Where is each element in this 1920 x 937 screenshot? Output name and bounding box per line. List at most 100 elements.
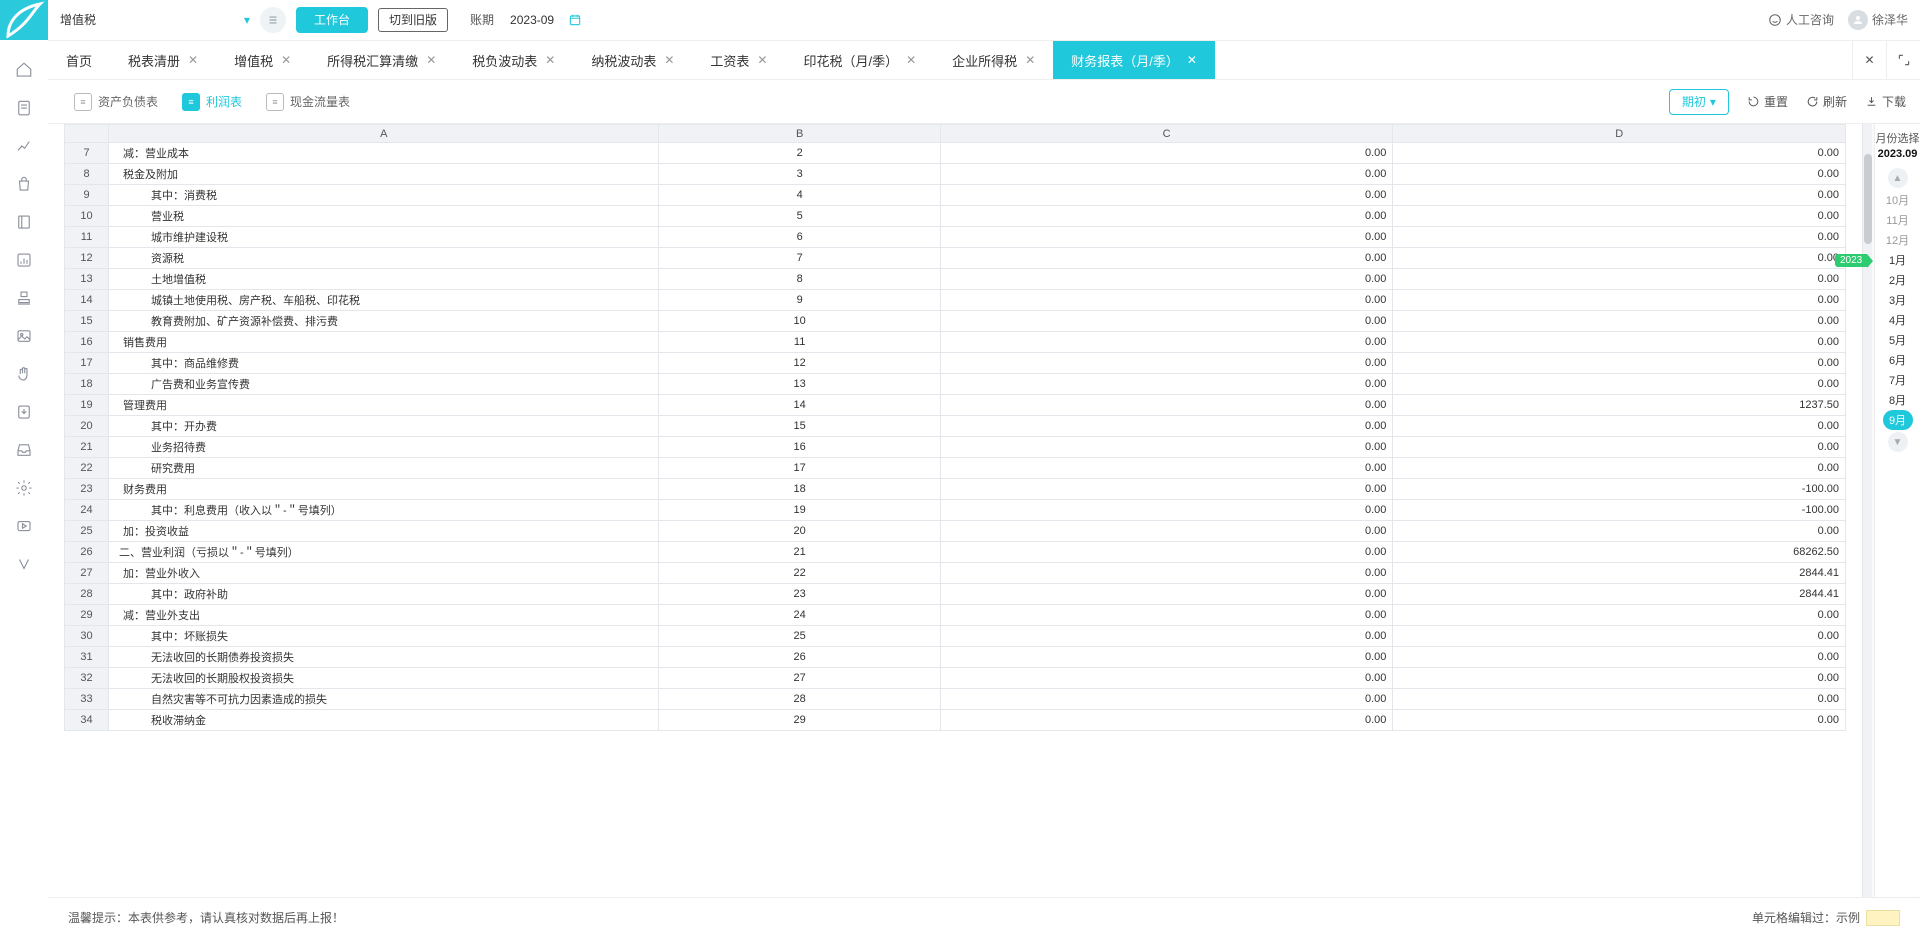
cell-b[interactable]: 25 [659, 626, 940, 647]
cell-b[interactable]: 20 [659, 521, 940, 542]
row-number[interactable]: 29 [65, 605, 109, 626]
cell-c[interactable]: 0.00 [940, 374, 1393, 395]
cell-d[interactable]: 0.00 [1393, 374, 1846, 395]
cell-a[interactable]: 无法收回的长期债券投资损失 [109, 647, 659, 668]
cell-a[interactable]: 管理费用 [109, 395, 659, 416]
cell-d[interactable]: 0.00 [1393, 311, 1846, 332]
subtab-0[interactable]: ≡资产负债表 [62, 80, 170, 124]
cell-b[interactable]: 29 [659, 710, 940, 731]
cell-a[interactable]: 税收滞纳金 [109, 710, 659, 731]
cell-c[interactable]: 0.00 [940, 563, 1393, 584]
nav-report-icon[interactable] [0, 242, 48, 278]
cell-c[interactable]: 0.00 [940, 164, 1393, 185]
cell-c[interactable]: 0.00 [940, 542, 1393, 563]
cell-a[interactable]: 自然灾害等不可抗力因素造成的损失 [109, 689, 659, 710]
cell-b[interactable]: 27 [659, 668, 940, 689]
cell-d[interactable]: 0.00 [1393, 521, 1846, 542]
calendar-icon[interactable] [568, 13, 582, 27]
cell-d[interactable]: 0.00 [1393, 689, 1846, 710]
row-number[interactable]: 26 [65, 542, 109, 563]
cell-a[interactable]: 减：营业成本 [109, 143, 659, 164]
switch-old-button[interactable]: 切到旧版 [378, 8, 448, 32]
cell-a[interactable]: 销售费用 [109, 332, 659, 353]
tab-4[interactable]: 税负波动表✕ [454, 41, 573, 79]
close-icon[interactable]: ✕ [1187, 53, 1197, 67]
cell-d[interactable]: -100.00 [1393, 500, 1846, 521]
row-number[interactable]: 20 [65, 416, 109, 437]
row-number[interactable]: 17 [65, 353, 109, 374]
close-icon[interactable]: ✕ [281, 53, 291, 67]
col-header-d[interactable]: D [1393, 125, 1846, 143]
logo-icon[interactable] [0, 0, 48, 40]
cell-c[interactable]: 0.00 [940, 269, 1393, 290]
nav-hand-icon[interactable] [0, 356, 48, 392]
close-icon[interactable]: ✕ [188, 53, 198, 67]
cell-a[interactable]: 加：营业外收入 [109, 563, 659, 584]
cell-d[interactable]: 0.00 [1393, 647, 1846, 668]
cell-a[interactable]: 其中：消费税 [109, 185, 659, 206]
nav-video-icon[interactable] [0, 508, 48, 544]
cell-b[interactable]: 16 [659, 437, 940, 458]
cell-b[interactable]: 10 [659, 311, 940, 332]
cell-b[interactable]: 19 [659, 500, 940, 521]
cell-c[interactable]: 0.00 [940, 353, 1393, 374]
cell-d[interactable]: -100.00 [1393, 479, 1846, 500]
vertical-scrollbar[interactable] [1862, 124, 1872, 897]
row-number[interactable]: 25 [65, 521, 109, 542]
month-option-9[interactable]: 7月 [1875, 370, 1920, 390]
nav-inbox-icon[interactable] [0, 432, 48, 468]
cell-b[interactable]: 11 [659, 332, 940, 353]
cell-d[interactable]: 68262.50 [1393, 542, 1846, 563]
cell-b[interactable]: 6 [659, 227, 940, 248]
cell-b[interactable]: 9 [659, 290, 940, 311]
cell-a[interactable]: 研究费用 [109, 458, 659, 479]
row-number[interactable]: 28 [65, 584, 109, 605]
cell-b[interactable]: 24 [659, 605, 940, 626]
cell-c[interactable]: 0.00 [940, 206, 1393, 227]
row-number[interactable]: 10 [65, 206, 109, 227]
subtab-2[interactable]: ≡现金流量表 [254, 80, 362, 124]
close-all-tabs-button[interactable]: ✕ [1852, 40, 1886, 80]
cell-a[interactable]: 减：营业外支出 [109, 605, 659, 626]
cell-d[interactable]: 0.00 [1393, 605, 1846, 626]
cell-b[interactable]: 12 [659, 353, 940, 374]
cell-a[interactable]: 其中：商品维修费 [109, 353, 659, 374]
cell-a[interactable]: 教育费附加、矿产资源补偿费、排污费 [109, 311, 659, 332]
cell-b[interactable]: 23 [659, 584, 940, 605]
close-icon[interactable]: ✕ [757, 53, 767, 67]
cell-a[interactable]: 其中：利息费用（收入以＂-＂号填列） [109, 500, 659, 521]
cell-b[interactable]: 15 [659, 416, 940, 437]
cell-b[interactable]: 18 [659, 479, 940, 500]
month-option-6[interactable]: 4月 [1875, 310, 1920, 330]
cell-d[interactable]: 0.00 [1393, 269, 1846, 290]
row-number[interactable]: 18 [65, 374, 109, 395]
close-icon[interactable]: ✕ [1025, 53, 1035, 67]
cell-d[interactable]: 0.00 [1393, 164, 1846, 185]
cell-c[interactable]: 0.00 [940, 458, 1393, 479]
cell-a[interactable]: 二、营业利润（亏损以＂-＂号填列） [109, 542, 659, 563]
cell-b[interactable]: 4 [659, 185, 940, 206]
period-value[interactable]: 2023-09 [510, 13, 554, 27]
tab-8[interactable]: 企业所得税✕ [934, 41, 1053, 79]
month-down-button[interactable]: ▼ [1888, 432, 1908, 452]
nav-stamp-icon[interactable] [0, 280, 48, 316]
cell-a[interactable]: 其中：政府补助 [109, 584, 659, 605]
cell-d[interactable]: 0.00 [1393, 626, 1846, 647]
nav-book-icon[interactable] [0, 204, 48, 240]
cell-c[interactable]: 0.00 [940, 584, 1393, 605]
cell-b[interactable]: 17 [659, 458, 940, 479]
row-number[interactable]: 21 [65, 437, 109, 458]
row-number[interactable]: 34 [65, 710, 109, 731]
cell-a[interactable]: 税金及附加 [109, 164, 659, 185]
cell-b[interactable]: 5 [659, 206, 940, 227]
cell-a[interactable]: 城镇土地使用税、房产税、车船税、印花税 [109, 290, 659, 311]
close-icon[interactable]: ✕ [545, 53, 555, 67]
cell-c[interactable]: 0.00 [940, 710, 1393, 731]
nav-home-icon[interactable] [0, 52, 48, 88]
user-menu[interactable]: 徐泽华 [1848, 10, 1908, 30]
col-header-a[interactable]: A [109, 125, 659, 143]
cell-c[interactable]: 0.00 [940, 395, 1393, 416]
row-number[interactable]: 23 [65, 479, 109, 500]
list-icon-button[interactable] [260, 7, 286, 33]
month-option-11[interactable]: 9月 [1883, 410, 1913, 430]
